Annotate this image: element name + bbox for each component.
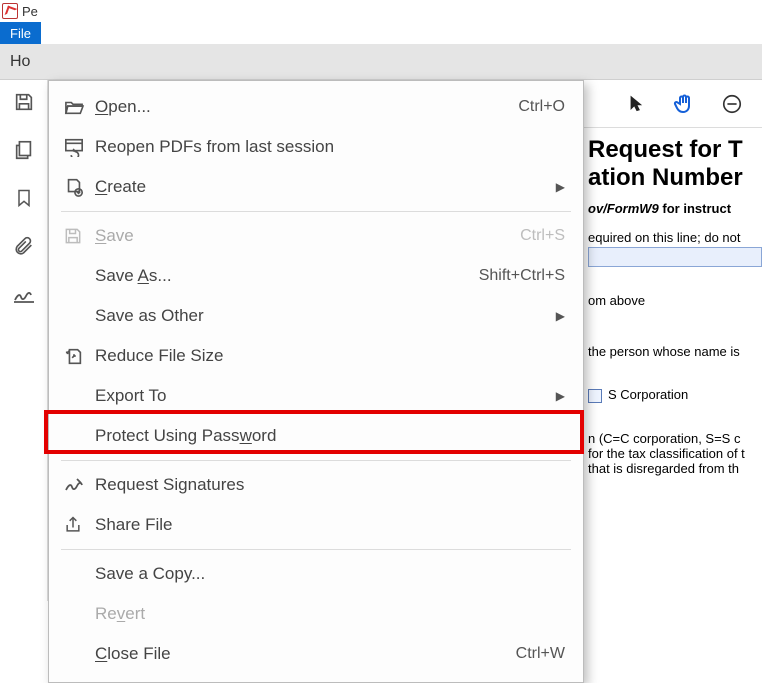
menu-file[interactable]: File <box>0 22 41 44</box>
menu-open-label: Open... <box>95 97 518 117</box>
content-area: Request for T ation Number ov/FormW9 for… <box>0 80 762 601</box>
doc-text-4b: for the tax classification of t <box>588 446 762 461</box>
doc-text-4c: that is disregarded from th <box>588 461 762 476</box>
menu-file-label: File <box>10 26 31 41</box>
menu-revert: Revert <box>49 594 583 634</box>
menu-reduce-size[interactable]: Reduce File Size <box>49 336 583 376</box>
menu-save-label: Save <box>95 226 520 246</box>
menu-export-to-label: Export To <box>95 386 551 406</box>
left-rail <box>0 80 48 601</box>
menu-revert-label: Revert <box>95 604 565 624</box>
sign-icon[interactable] <box>12 282 36 306</box>
menu-create-label: Create <box>95 177 551 197</box>
save-disk-icon <box>63 226 95 246</box>
menu-reopen[interactable]: Reopen PDFs from last session <box>49 127 583 167</box>
menu-save-as-shortcut: Shift+Ctrl+S <box>479 267 565 285</box>
menubar: File <box>0 22 762 44</box>
menu-share-file[interactable]: Share File <box>49 505 583 545</box>
menu-close-file-shortcut: Ctrl+W <box>516 645 565 663</box>
menu-protect-password[interactable]: Protect Using Password <box>49 416 583 456</box>
doc-instruction-text: for instruct <box>659 201 731 216</box>
doc-checkbox-label: S Corporation <box>608 387 688 402</box>
menu-separator <box>61 211 571 212</box>
menu-save-copy-label: Save a Copy... <box>95 564 565 584</box>
pages-icon[interactable] <box>12 138 36 162</box>
menu-request-signatures[interactable]: Request Signatures <box>49 465 583 505</box>
signature-icon <box>63 476 95 494</box>
menu-export-to[interactable]: Export To ▶ <box>49 376 583 416</box>
menu-reopen-label: Reopen PDFs from last session <box>95 137 565 157</box>
doc-input-field-1[interactable] <box>588 247 762 267</box>
menu-open[interactable]: Open... Ctrl+O <box>49 87 583 127</box>
tab-home[interactable]: Ho <box>10 53 30 71</box>
menu-protect-password-label: Protect Using Password <box>95 426 565 446</box>
doc-checkbox-row: S Corporation <box>588 387 762 403</box>
tab-home-label: Ho <box>10 53 30 70</box>
hand-tool-icon[interactable] <box>672 92 696 116</box>
menu-reduce-size-label: Reduce File Size <box>95 346 565 366</box>
submenu-arrow-icon: ▶ <box>551 180 565 194</box>
menu-share-file-label: Share File <box>95 515 565 535</box>
menu-save-as-label: Save As... <box>95 266 479 286</box>
doc-text-4a: n (C=C corporation, S=S c <box>588 431 762 446</box>
doc-field-label-3: the person whose name is <box>588 344 762 359</box>
menu-save-shortcut: Ctrl+S <box>520 227 565 245</box>
attachment-icon[interactable] <box>12 234 36 258</box>
acrobat-logo-icon <box>2 3 18 19</box>
menu-save-other[interactable]: Save as Other ▶ <box>49 296 583 336</box>
bookmark-icon[interactable] <box>12 186 36 210</box>
menu-close-file-label: Close File <box>95 644 516 664</box>
doc-heading-2: ation Number <box>588 164 762 192</box>
tabbar: Ho <box>0 44 762 80</box>
doc-instruction-line: ov/FormW9 for instruct <box>588 201 762 216</box>
doc-heading-1: Request for T <box>588 136 762 164</box>
menu-separator <box>61 549 571 550</box>
submenu-arrow-icon: ▶ <box>551 309 565 323</box>
file-menu-dropdown: Open... Ctrl+O Reopen PDFs from last ses… <box>48 80 584 683</box>
create-icon <box>63 177 95 197</box>
submenu-arrow-icon: ▶ <box>551 389 565 403</box>
menu-save-as[interactable]: Save As... Shift+Ctrl+S <box>49 256 583 296</box>
menu-request-signatures-label: Request Signatures <box>95 475 565 495</box>
share-icon <box>63 515 95 535</box>
reopen-icon <box>63 137 95 157</box>
menu-save-copy[interactable]: Save a Copy... <box>49 554 583 594</box>
save-icon[interactable] <box>12 90 36 114</box>
doc-link-text: ov/FormW9 <box>588 201 659 216</box>
window-titlebar: Pe <box>0 0 762 22</box>
menu-close-file[interactable]: Close File Ctrl+W <box>49 634 583 674</box>
doc-field-label-1: equired on this line; do not <box>588 230 762 245</box>
window-title: Pe <box>22 4 38 19</box>
doc-checkbox-scorp[interactable] <box>588 389 602 403</box>
doc-field-label-2: om above <box>588 293 762 308</box>
menu-save: Save Ctrl+S <box>49 216 583 256</box>
menu-separator <box>61 460 571 461</box>
menu-open-shortcut: Ctrl+O <box>518 98 565 116</box>
zoom-out-icon[interactable] <box>720 92 744 116</box>
pointer-tool-icon[interactable] <box>624 92 648 116</box>
menu-create[interactable]: Create ▶ <box>49 167 583 207</box>
reduce-size-icon <box>63 346 95 366</box>
folder-open-icon <box>63 98 95 116</box>
menu-save-other-label: Save as Other <box>95 306 551 326</box>
